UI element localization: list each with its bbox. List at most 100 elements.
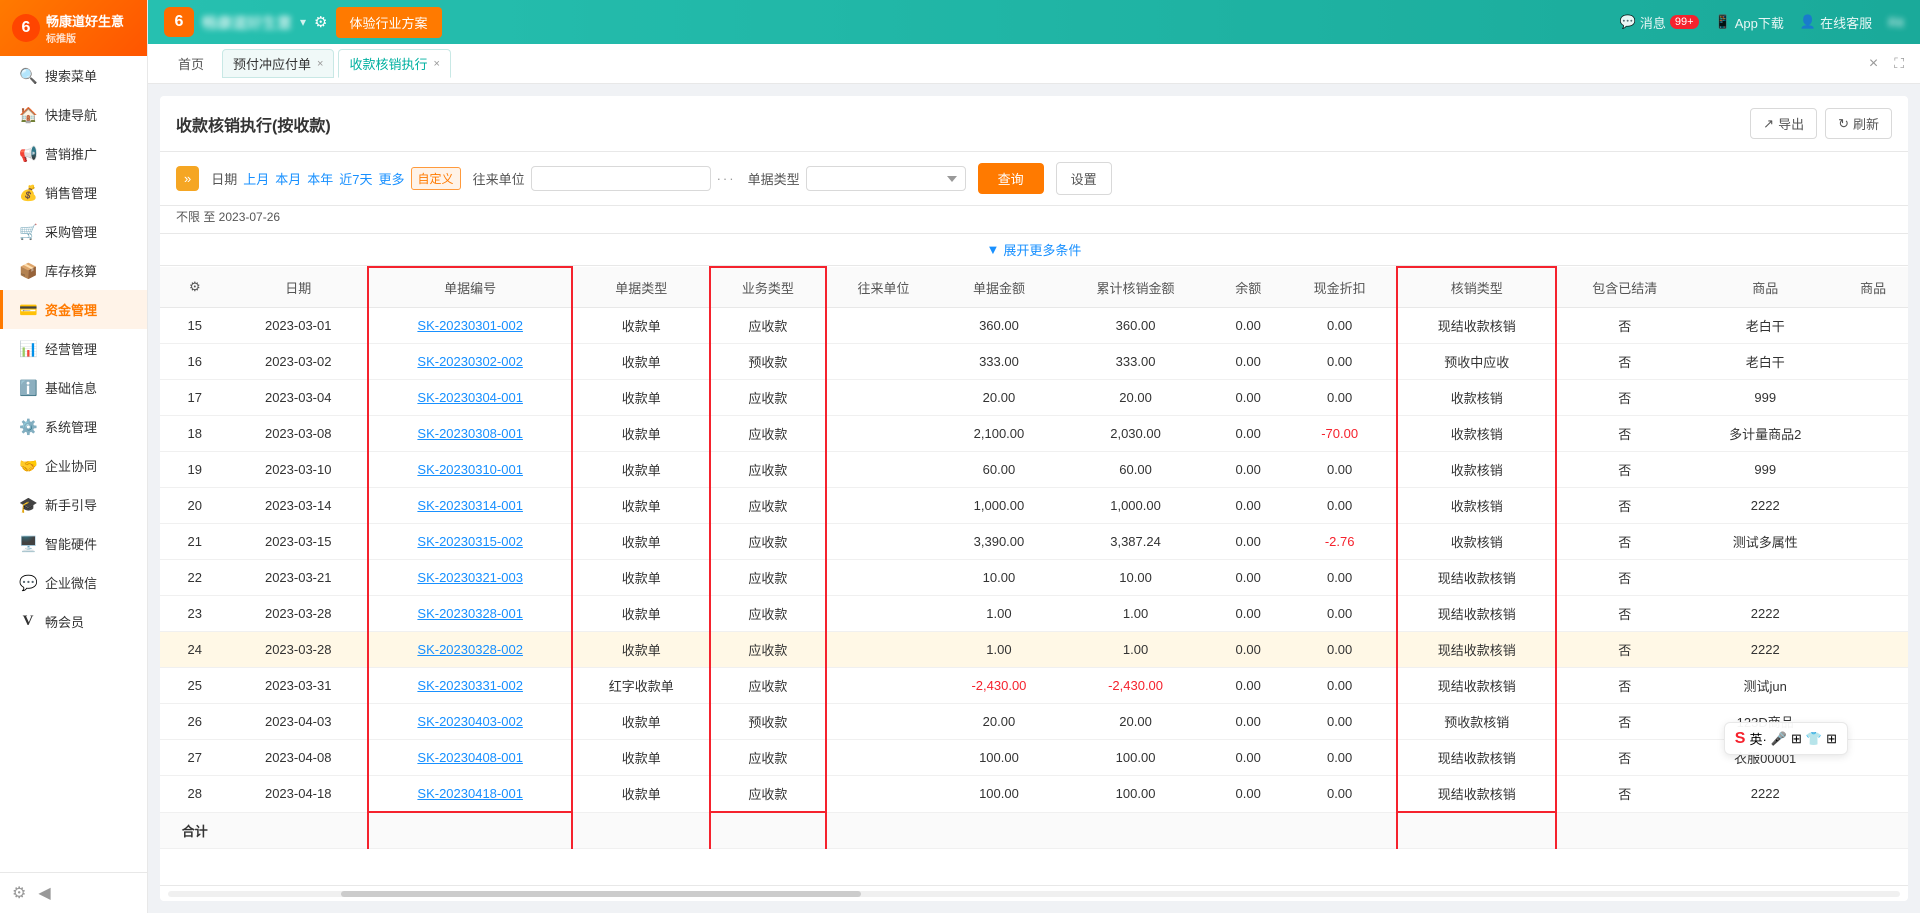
row-bill-no[interactable]: SK-20230328-001	[368, 596, 573, 632]
online-service-btn[interactable]: 👤 在线客服	[1800, 13, 1872, 32]
col-product-header[interactable]: 商品	[1692, 267, 1838, 308]
row-cash-discount: -70.00	[1283, 416, 1397, 452]
sidebar-item-basic[interactable]: ℹ️ 基础信息	[0, 368, 147, 407]
sidebar-item-corp[interactable]: 🤝 企业协同	[0, 446, 147, 485]
header-gear-icon[interactable]: ⚙	[314, 13, 327, 31]
col-cash-discount-header[interactable]: 现金折扣	[1283, 267, 1397, 308]
sidebar-item-guide[interactable]: 🎓 新手引导	[0, 485, 147, 524]
col-bill-type-header[interactable]: 单据类型	[572, 267, 709, 308]
sidebar-item-marketing[interactable]: 📢 营销推广	[0, 134, 147, 173]
col-amount-header[interactable]: 单据金额	[940, 267, 1057, 308]
row-cash-discount: 0.00	[1283, 344, 1397, 380]
row-bill-no[interactable]: SK-20230308-001	[368, 416, 573, 452]
row-date: 2023-03-08	[230, 416, 368, 452]
col-date-header[interactable]: 日期	[230, 267, 368, 308]
row-include-settled: 否	[1556, 776, 1692, 813]
sidebar-item-quick[interactable]: 🏠 快捷导航	[0, 95, 147, 134]
row-product2	[1838, 524, 1908, 560]
row-bill-no[interactable]: SK-20230328-002	[368, 632, 573, 668]
close-window-icon[interactable]: ×	[1869, 55, 1878, 73]
tab-receipt-exec[interactable]: 收款核销执行 ×	[338, 49, 450, 78]
row-bill-no[interactable]: SK-20230310-001	[368, 452, 573, 488]
sidebar-item-label: 系统管理	[45, 417, 97, 436]
date-more[interactable]: 更多	[379, 169, 405, 188]
row-bill-no[interactable]: SK-20230418-001	[368, 776, 573, 813]
notification-badge: 99+	[1670, 15, 1699, 29]
filter-dots[interactable]: ···	[717, 171, 736, 186]
tab-payable[interactable]: 预付冲应付单 ×	[222, 49, 334, 78]
vip-icon: V	[19, 613, 37, 630]
col-product2-header[interactable]: 商品	[1838, 267, 1908, 308]
export-btn[interactable]: ↗ 导出	[1750, 108, 1817, 139]
col-cumulative-header[interactable]: 累计核销金额	[1058, 267, 1214, 308]
row-product: 2222	[1692, 776, 1838, 813]
date-this-year[interactable]: 本年	[307, 169, 333, 188]
row-bill-no[interactable]: SK-20230315-002	[368, 524, 573, 560]
sidebar-item-system[interactable]: ⚙️ 系统管理	[0, 407, 147, 446]
row-bill-no[interactable]: SK-20230403-002	[368, 704, 573, 740]
date-this-month[interactable]: 本月	[275, 169, 301, 188]
row-bill-no[interactable]: SK-20230331-002	[368, 668, 573, 704]
filter-expand-btn[interactable]: »	[176, 166, 199, 191]
row-bill-no[interactable]: SK-20230302-002	[368, 344, 573, 380]
row-cash-discount: -2.76	[1283, 524, 1397, 560]
row-amount: 3,390.00	[940, 524, 1057, 560]
horizontal-scrollbar[interactable]	[160, 885, 1908, 901]
col-balance-header[interactable]: 余额	[1213, 267, 1283, 308]
row-bill-type: 收款单	[572, 596, 709, 632]
row-bill-no[interactable]: SK-20230304-001	[368, 380, 573, 416]
col-include-settled-header[interactable]: 包含已结清	[1556, 267, 1692, 308]
expand-more-btn[interactable]: ▼ 展开更多条件	[987, 240, 1082, 259]
row-bill-no[interactable]: SK-20230408-001	[368, 740, 573, 776]
sidebar-item-inventory[interactable]: 📦 库存核算	[0, 251, 147, 290]
tab-bar: 首页 预付冲应付单 × 收款核销执行 × × ⛶	[148, 44, 1920, 84]
sidebar-item-sales[interactable]: 💰 销售管理	[0, 173, 147, 212]
col-biz-type-header[interactable]: 业务类型	[710, 267, 826, 308]
export-icon: ↗	[1763, 116, 1774, 132]
row-bill-no[interactable]: SK-20230301-002	[368, 308, 573, 344]
bill-type-select[interactable]	[806, 166, 966, 191]
sidebar-item-label: 基础信息	[45, 378, 97, 397]
row-bill-no[interactable]: SK-20230314-001	[368, 488, 573, 524]
row-bill-type: 红字收款单	[572, 668, 709, 704]
row-bill-no[interactable]: SK-20230321-003	[368, 560, 573, 596]
sidebar-item-search[interactable]: 🔍 搜索菜单	[0, 56, 147, 95]
row-balance: 0.00	[1213, 380, 1283, 416]
sidebar-item-wechat[interactable]: 💬 企业微信	[0, 563, 147, 602]
query-btn[interactable]: 查询	[978, 163, 1044, 194]
date-last-7days[interactable]: 近7天	[339, 169, 372, 188]
col-chx-type-header[interactable]: 核销类型	[1397, 267, 1556, 308]
sidebar-item-finance[interactable]: 💳 资金管理	[0, 290, 147, 329]
collapse-icon[interactable]: ◀	[38, 883, 50, 903]
date-prev-month[interactable]: 上月	[243, 169, 269, 188]
row-date: 2023-03-01	[230, 308, 368, 344]
row-product: 999	[1692, 452, 1838, 488]
tab-receipt-close[interactable]: ×	[433, 58, 439, 70]
maximize-icon[interactable]: ⛶	[1894, 55, 1904, 72]
row-partner	[826, 524, 940, 560]
date-custom-tag[interactable]: 自定义	[411, 167, 461, 190]
tab-payable-close[interactable]: ×	[317, 58, 323, 70]
col-gear-header[interactable]: ⚙	[160, 267, 230, 308]
notifications-btn[interactable]: 💬 消息 99+	[1620, 13, 1699, 32]
sidebar-item-ops[interactable]: 📊 经营管理	[0, 329, 147, 368]
industry-btn[interactable]: 体验行业方案	[336, 7, 442, 38]
row-no: 24	[160, 632, 230, 668]
service-icon: 👤	[1800, 14, 1816, 30]
settings-bottom-icon[interactable]: ⚙	[12, 883, 26, 903]
sidebar-item-purchase[interactable]: 🛒 采购管理	[0, 212, 147, 251]
settings-btn[interactable]: 设置	[1056, 162, 1112, 195]
partner-input[interactable]	[531, 166, 711, 191]
row-product: 2222	[1692, 632, 1838, 668]
scrollbar-thumb[interactable]	[341, 891, 861, 897]
sidebar-item-vip[interactable]: V 畅会员	[0, 602, 147, 641]
sidebar-item-hardware[interactable]: 🖥️ 智能硬件	[0, 524, 147, 563]
tab-home[interactable]: 首页	[164, 48, 218, 79]
refresh-btn[interactable]: ↻ 刷新	[1825, 108, 1892, 139]
col-partner-header[interactable]: 往来单位	[826, 267, 940, 308]
col-bill-no-header[interactable]: 单据编号	[368, 267, 573, 308]
sidebar-item-label: 库存核算	[45, 261, 97, 280]
header-dropdown-icon[interactable]: ▾	[300, 15, 306, 29]
app-download-btn[interactable]: 📱 App下载	[1715, 13, 1784, 32]
sidebar-bottom: ⚙ ◀	[0, 872, 147, 913]
